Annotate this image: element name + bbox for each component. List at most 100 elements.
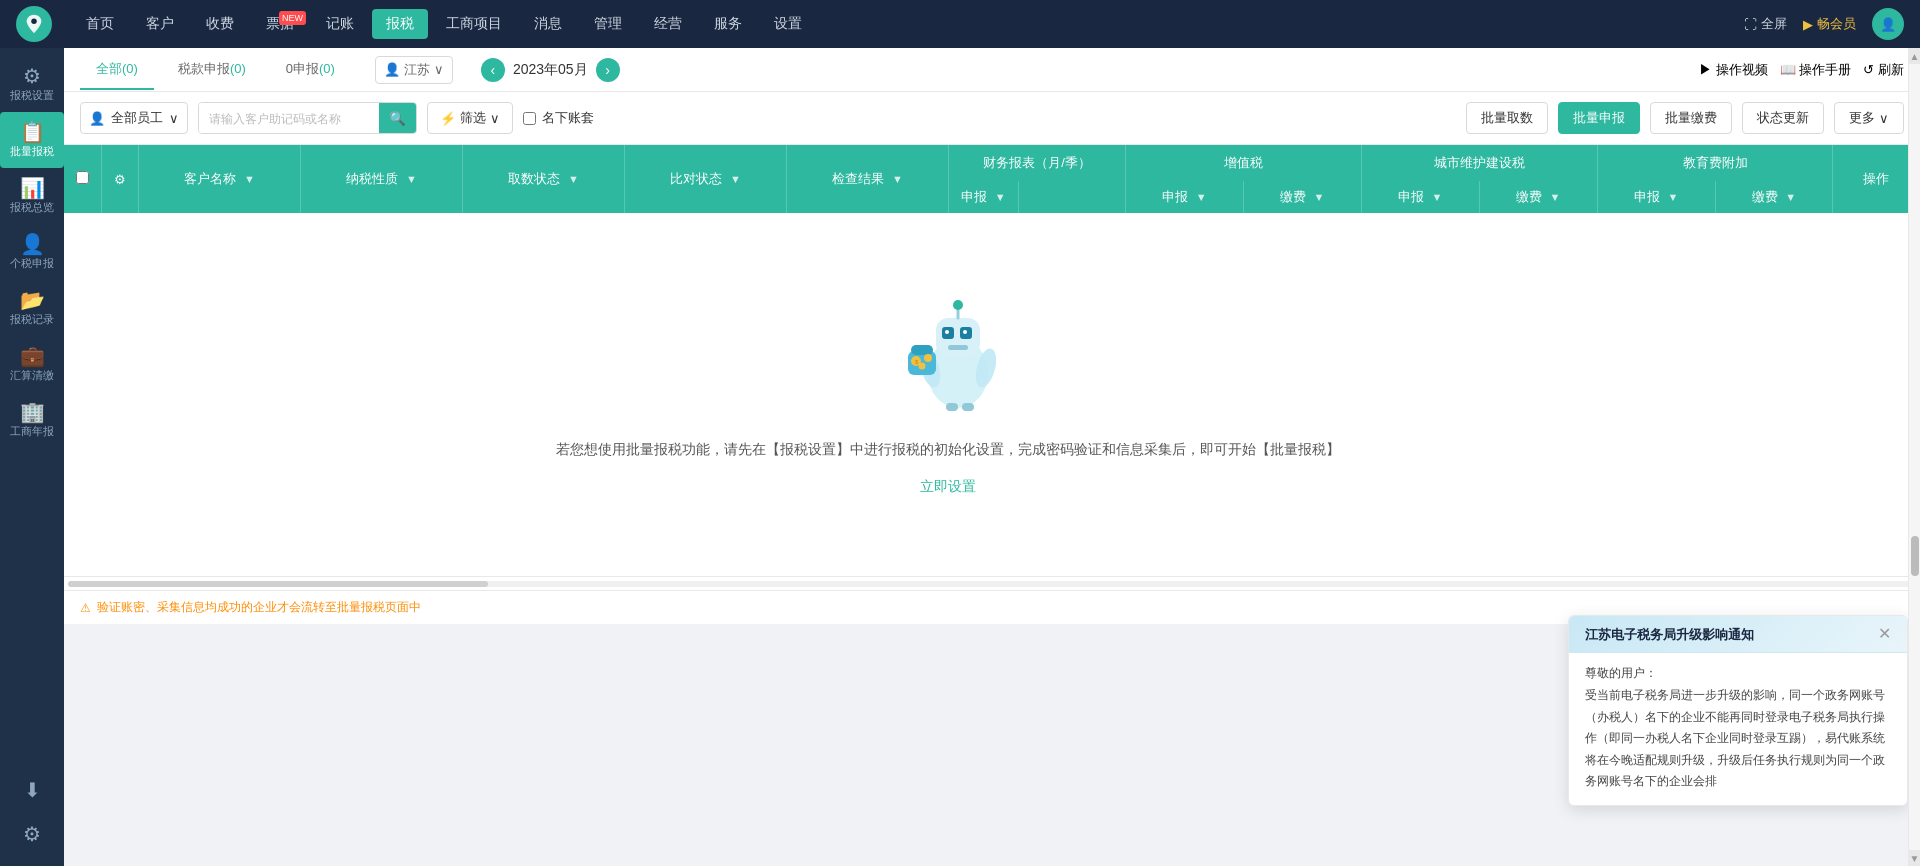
- tab-zero-declare[interactable]: 0申报(0): [270, 50, 351, 90]
- filter-icon: ⚡: [440, 111, 456, 126]
- employee-filter[interactable]: 👤 全部员工 ∨: [80, 102, 188, 134]
- batch-pay-button[interactable]: 批量缴费: [1650, 102, 1732, 134]
- account-checkbox[interactable]: [523, 112, 536, 125]
- nav-home[interactable]: 首页: [72, 9, 128, 39]
- sidebar-item-annual-report[interactable]: 🏢 工商年报: [0, 392, 64, 448]
- nav-operation[interactable]: 经营: [640, 9, 696, 39]
- settings-icon[interactable]: ⚙: [114, 172, 126, 187]
- nav-message[interactable]: 消息: [520, 9, 576, 39]
- status-update-button[interactable]: 状态更新: [1742, 102, 1824, 134]
- vat-declare-header: 申报 ▼: [1125, 181, 1243, 213]
- sidebar-settings[interactable]: ⚙: [12, 814, 52, 854]
- notification-popup: 江苏电子税务局升级影响通知 ✕ 尊敬的用户： 受当前电子税务局进一步升级的影响，…: [1568, 615, 1908, 806]
- top-navigation: 首页 客户 收费 票据 NEW 记账 报税 工商项目 消息 管理 经营 服务 设…: [0, 0, 1920, 48]
- nav-settings[interactable]: 设置: [760, 9, 816, 39]
- urban-pay-filter-icon[interactable]: ▼: [1549, 191, 1560, 203]
- nav-tax[interactable]: 报税: [372, 9, 428, 39]
- urban-declare-filter-icon[interactable]: ▼: [1432, 191, 1443, 203]
- fullscreen-button[interactable]: ⛶ 全屏: [1744, 15, 1787, 33]
- tab-all[interactable]: 全部(0): [80, 50, 154, 90]
- notification-close-button[interactable]: ✕: [1878, 626, 1891, 642]
- financial-pay-header: [1018, 181, 1125, 213]
- scroll-thumb[interactable]: [68, 581, 488, 587]
- right-scrollbar: ▲ ▼: [1908, 48, 1920, 866]
- svg-point-8: [953, 300, 963, 310]
- manual-button[interactable]: 📖 操作手册: [1780, 61, 1852, 79]
- edu-declare-header: 申报 ▼: [1597, 181, 1715, 213]
- compare-filter-icon[interactable]: ▼: [730, 173, 741, 185]
- filter-button[interactable]: ⚡ 筛选 ∨: [427, 102, 513, 134]
- customer-name-header: 客户名称 ▼: [139, 145, 301, 213]
- account-checkbox-wrap[interactable]: 名下账套: [523, 109, 594, 127]
- empty-row: $ 若您想使用批量报税功能，请先在【报税设置】中进行报税的初始化设置，完成密码验…: [64, 213, 1920, 576]
- avatar[interactable]: 👤: [1872, 8, 1904, 40]
- nav-accounting[interactable]: 记账: [312, 9, 368, 39]
- logo[interactable]: [16, 6, 52, 42]
- table-group-header: ⚙ 客户名称 ▼ 纳税性质 ▼ 取数状态 ▼: [64, 145, 1920, 181]
- svg-rect-5: [945, 330, 949, 334]
- notification-body: 尊敬的用户： 受当前电子税务局进一步升级的影响，同一个政务网账号（办税人）名下的…: [1569, 653, 1907, 805]
- sidebar-item-tax-record[interactable]: 📂 报税记录: [0, 280, 64, 336]
- sidebar-label-settlement: 汇算清缴: [10, 369, 54, 382]
- refresh-icon: ↺: [1863, 62, 1874, 77]
- fullscreen-icon: ⛶: [1744, 17, 1757, 32]
- edu-declare-filter-icon[interactable]: ▼: [1667, 191, 1678, 203]
- edu-pay-filter-icon[interactable]: ▼: [1785, 191, 1796, 203]
- nav-industry[interactable]: 工商项目: [432, 9, 516, 39]
- fin-declare-filter-icon[interactable]: ▼: [995, 191, 1006, 203]
- refresh-button[interactable]: ↺ 刷新: [1863, 61, 1904, 79]
- scroll-down-button[interactable]: ▼: [1909, 850, 1920, 866]
- financial-report-header: 财务报表（月/季）: [949, 145, 1126, 181]
- setup-link[interactable]: 立即设置: [920, 478, 976, 494]
- scroll-track-right: [1909, 64, 1920, 850]
- prev-month-button[interactable]: ‹: [481, 58, 505, 82]
- svg-rect-13: [911, 345, 933, 355]
- video-tutorial-button[interactable]: ▶ 操作视频: [1699, 61, 1768, 79]
- sidebar-item-tax-settings[interactable]: ⚙ 报税设置: [0, 56, 64, 112]
- sidebar-item-batch-tax[interactable]: 📋 批量报税: [0, 112, 64, 168]
- nav-management[interactable]: 管理: [580, 9, 636, 39]
- batch-get-button[interactable]: 批量取数: [1466, 102, 1548, 134]
- search-input[interactable]: [199, 103, 379, 133]
- video-icon: ▶: [1699, 62, 1712, 77]
- fetch-status-header: 取数状态 ▼: [463, 145, 625, 213]
- sidebar-item-settlement[interactable]: 💼 汇算清缴: [0, 336, 64, 392]
- region-select[interactable]: 👤 江苏 ∨: [375, 56, 453, 84]
- nav-service[interactable]: 服务: [700, 9, 756, 39]
- table-wrap: ⚙ 客户名称 ▼ 纳税性质 ▼ 取数状态 ▼: [64, 145, 1920, 576]
- search-button[interactable]: 🔍: [379, 103, 416, 133]
- more-chevron-icon: ∨: [1879, 111, 1889, 126]
- fetch-filter-icon[interactable]: ▼: [568, 173, 579, 185]
- sidebar-download[interactable]: ⬇: [12, 770, 52, 810]
- employee-icon: 👤: [89, 111, 105, 126]
- batch-declare-button[interactable]: 批量申报: [1558, 102, 1640, 134]
- vat-declare-filter-icon[interactable]: ▼: [1196, 191, 1207, 203]
- notification-content: 受当前电子税务局进一步升级的影响，同一个政务网账号（办税人）名下的企业不能再同时…: [1585, 685, 1891, 793]
- scroll-thumb-right[interactable]: [1911, 536, 1919, 576]
- select-all-checkbox[interactable]: [76, 171, 89, 184]
- sidebar-item-personal-tax[interactable]: 👤 个税申报: [0, 224, 64, 280]
- current-month: 2023年05月: [513, 61, 588, 79]
- search-icon: 🔍: [389, 111, 406, 126]
- next-month-button[interactable]: ›: [596, 58, 620, 82]
- svg-rect-9: [948, 345, 968, 350]
- horizontal-scrollbar[interactable]: [64, 576, 1920, 590]
- scroll-up-button[interactable]: ▲: [1909, 48, 1920, 64]
- notification-greeting: 尊敬的用户：: [1585, 663, 1891, 685]
- tax-type-filter-icon[interactable]: ▼: [406, 173, 417, 185]
- check-filter-icon[interactable]: ▼: [892, 173, 903, 185]
- sidebar-item-tax-overview[interactable]: 📊 报税总览: [0, 168, 64, 224]
- sidebar-bottom: ⬇ ⚙: [12, 770, 52, 866]
- tab-bar: 全部(0) 税款申报(0) 0申报(0) 👤 江苏 ∨ ‹ 2023年05月 ›: [64, 48, 1920, 92]
- more-button[interactable]: 更多 ∨: [1834, 102, 1904, 134]
- nav-invoice[interactable]: 票据 NEW: [252, 9, 308, 39]
- nav-customer[interactable]: 客户: [132, 9, 188, 39]
- operation-header: 操作: [1833, 145, 1920, 213]
- financial-declare-header: 申报 ▼: [949, 181, 1019, 213]
- tab-tax-declare[interactable]: 税款申报(0): [162, 50, 262, 90]
- nav-fee[interactable]: 收费: [192, 9, 248, 39]
- customer-filter-icon[interactable]: ▼: [244, 173, 255, 185]
- toolbar-right: 批量取数 批量申报 批量缴费 状态更新 更多 ∨: [1466, 102, 1904, 134]
- member-button[interactable]: ▶ 畅会员: [1803, 15, 1856, 33]
- vat-pay-filter-icon[interactable]: ▼: [1314, 191, 1325, 203]
